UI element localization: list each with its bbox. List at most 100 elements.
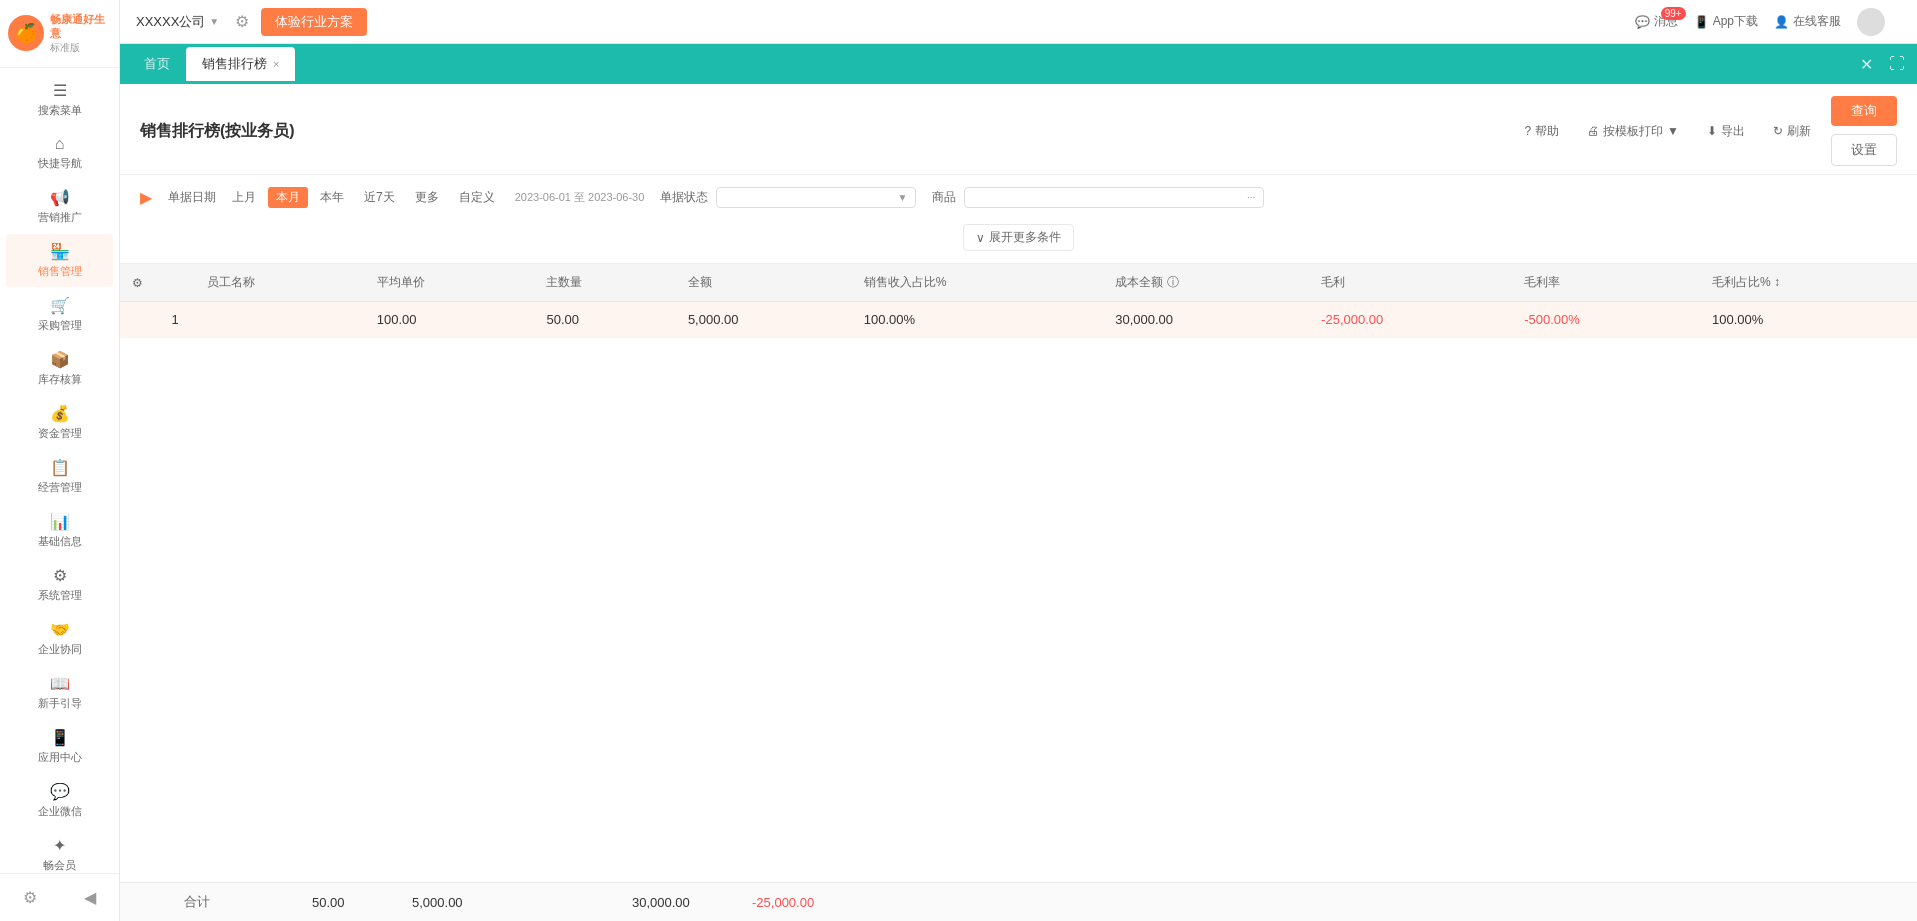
topbar: XXXXX公司 ▼ ⚙ 体验行业方案 💬 消息 99+ 📱 App下载 👤 在线… bbox=[120, 0, 1917, 44]
sidebar-item-operations[interactable]: 📋 经营管理 bbox=[6, 450, 113, 503]
cell-gross-0: -25,000.00 bbox=[1309, 302, 1512, 338]
company-dropdown-icon: ▼ bbox=[209, 16, 219, 27]
sidebar-item-member[interactable]: ✦ 畅会员 bbox=[6, 828, 113, 873]
sidebar-item-marketing[interactable]: 📢 营销推广 bbox=[6, 180, 113, 233]
cell-sales-pct-0: 100.00% bbox=[852, 302, 1103, 338]
basic-nav-icon: 📊 bbox=[50, 512, 70, 531]
purchase-nav-label: 采购管理 bbox=[38, 318, 82, 333]
refresh-button[interactable]: ↻ 刷新 bbox=[1765, 119, 1819, 144]
export-label: 导出 bbox=[1721, 123, 1745, 140]
operations-nav-label: 经营管理 bbox=[38, 480, 82, 495]
date-filter: 单据日期 上月 本月 本年 近7天 更多 自定义 2023-06-01 至 20… bbox=[168, 187, 644, 208]
system-nav-label: 系统管理 bbox=[38, 588, 82, 603]
sidebar-item-wechat[interactable]: 💬 企业微信 bbox=[6, 774, 113, 827]
status-dropdown-icon: ▼ bbox=[897, 192, 907, 203]
table-header-row: ⚙ 员工名称 平均单价 主数量 全额 销售收入占比% 成本全额 ⓘ 毛利 毛利率… bbox=[120, 264, 1917, 302]
goods-filter: 商品 ··· bbox=[932, 187, 1264, 208]
collapse-icon[interactable]: ◀ bbox=[76, 884, 104, 911]
date-tab-more[interactable]: 更多 bbox=[407, 187, 447, 208]
sidebar-item-enterprise[interactable]: 🤝 企业协同 bbox=[6, 612, 113, 665]
export-button[interactable]: ⬇ 导出 bbox=[1699, 119, 1753, 144]
guide-nav-label: 新手引导 bbox=[38, 696, 82, 711]
trial-button[interactable]: 体验行业方案 bbox=[261, 8, 367, 36]
finance-nav-label: 资金管理 bbox=[38, 426, 82, 441]
sidebar: 🍊 畅康通好生意 标准版 ☰ 搜索菜单 ⌂ 快捷导航 📢 营销推广 🏪 销售管理… bbox=[0, 0, 120, 921]
online-service-button[interactable]: 👤 在线客服 bbox=[1774, 13, 1841, 30]
expand-more-btn[interactable]: ∨ 展开更多条件 bbox=[963, 224, 1074, 251]
cell-main-qty-0: 50.00 bbox=[534, 302, 675, 338]
filter-row: ▶ 单据日期 上月 本月 本年 近7天 更多 自定义 2023-06-01 至 … bbox=[140, 187, 1897, 208]
cell-cost-0: 30,000.00 bbox=[1103, 302, 1309, 338]
sidebar-item-apps[interactable]: 📱 应用中心 bbox=[6, 720, 113, 773]
sidebar-item-search[interactable]: ☰ 搜索菜单 bbox=[6, 73, 113, 126]
help-icon: ? bbox=[1524, 124, 1531, 138]
search-nav-icon: ☰ bbox=[53, 81, 67, 100]
table-container: ⚙ 员工名称 平均单价 主数量 全额 销售收入占比% 成本全额 ⓘ 毛利 毛利率… bbox=[120, 264, 1917, 882]
settings-button[interactable]: 设置 bbox=[1831, 134, 1897, 166]
home-tab-label: 首页 bbox=[144, 55, 170, 73]
system-nav-icon: ⚙ bbox=[53, 566, 67, 585]
sidebar-item-basic[interactable]: 📊 基础信息 bbox=[6, 504, 113, 557]
company-select[interactable]: XXXXX公司 ▼ bbox=[136, 13, 219, 31]
settings-footer-icon[interactable]: ⚙ bbox=[15, 884, 45, 911]
tab-fullscreen-icon[interactable]: ⛶ bbox=[1885, 51, 1909, 77]
help-label: 帮助 bbox=[1535, 123, 1559, 140]
service-label: 在线客服 bbox=[1793, 13, 1841, 30]
print-label: 按模板打印 bbox=[1603, 123, 1663, 140]
date-tab-custom[interactable]: 自定义 bbox=[451, 187, 503, 208]
inventory-nav-label: 库存核算 bbox=[38, 372, 82, 387]
th-gross: 毛利 bbox=[1309, 264, 1512, 302]
sidebar-item-sales[interactable]: 🏪 销售管理 bbox=[6, 234, 113, 287]
message-button[interactable]: 💬 消息 99+ bbox=[1635, 13, 1678, 30]
footer-cost: 30,000.00 bbox=[632, 895, 752, 910]
goods-select[interactable]: ··· bbox=[964, 187, 1264, 208]
topbar-right: 💬 消息 99+ 📱 App下载 👤 在线客服 bbox=[1635, 8, 1901, 36]
topbar-gear-icon[interactable]: ⚙ bbox=[235, 12, 249, 31]
page-header: 销售排行榜(按业务员) ? 帮助 🖨 按模板打印 ▼ ⬇ 导出 bbox=[120, 84, 1917, 175]
tabbar: 首页 销售排行榜 × ✕ ⛶ bbox=[120, 44, 1917, 84]
tab-close-icon[interactable]: × bbox=[273, 58, 279, 70]
logo-sub: 标准版 bbox=[50, 41, 111, 55]
status-select[interactable]: ▼ bbox=[716, 187, 916, 208]
cell-name-0 bbox=[195, 302, 365, 338]
date-tab-current-month[interactable]: 本月 bbox=[268, 187, 308, 208]
enterprise-nav-label: 企业协同 bbox=[38, 642, 82, 657]
marketing-nav-icon: 📢 bbox=[50, 188, 70, 207]
main-area: XXXXX公司 ▼ ⚙ 体验行业方案 💬 消息 99+ 📱 App下载 👤 在线… bbox=[120, 0, 1917, 921]
tab-sales-ranking[interactable]: 销售排行榜 × bbox=[186, 47, 295, 81]
sidebar-item-inventory[interactable]: 📦 库存核算 bbox=[6, 342, 113, 395]
sidebar-item-system[interactable]: ⚙ 系统管理 bbox=[6, 558, 113, 611]
sidebar-item-finance[interactable]: 💰 资金管理 bbox=[6, 396, 113, 449]
goods-label: 商品 bbox=[932, 189, 956, 206]
th-settings: ⚙ bbox=[120, 264, 155, 302]
sales-nav-label: 销售管理 bbox=[38, 264, 82, 279]
goods-more-icon: ··· bbox=[1247, 192, 1255, 203]
tab-home[interactable]: 首页 bbox=[128, 47, 186, 81]
print-button[interactable]: 🖨 按模板打印 ▼ bbox=[1579, 119, 1687, 144]
cell-gross-pct-0: 100.00% bbox=[1700, 302, 1917, 338]
sidebar-footer: ⚙ ◀ bbox=[0, 873, 119, 921]
date-label: 单据日期 bbox=[168, 189, 216, 206]
tabbar-right: ✕ ⛶ bbox=[1856, 51, 1909, 78]
active-tab-label: 销售排行榜 bbox=[202, 55, 267, 73]
user-avatar[interactable] bbox=[1857, 8, 1885, 36]
footer-gross: -25,000.00 bbox=[752, 895, 852, 910]
th-gross-pct: 毛利占比% ↕ bbox=[1700, 264, 1917, 302]
expand-icon-btn[interactable]: ▶ bbox=[140, 188, 152, 207]
help-button[interactable]: ? 帮助 bbox=[1516, 119, 1567, 144]
apps-nav-icon: 📱 bbox=[50, 728, 70, 747]
refresh-icon: ↻ bbox=[1773, 124, 1783, 138]
sidebar-item-purchase[interactable]: 🛒 采购管理 bbox=[6, 288, 113, 341]
query-button[interactable]: 查询 bbox=[1831, 96, 1897, 126]
sidebar-item-shortcut[interactable]: ⌂ 快捷导航 bbox=[6, 127, 113, 179]
export-icon: ⬇ bbox=[1707, 124, 1717, 138]
cell-rank-0: 1 bbox=[155, 302, 195, 338]
date-tab-current-year[interactable]: 本年 bbox=[312, 187, 352, 208]
date-tab-prev-month[interactable]: 上月 bbox=[224, 187, 264, 208]
refresh-label: 刷新 bbox=[1787, 123, 1811, 140]
sidebar-item-guide[interactable]: 📖 新手引导 bbox=[6, 666, 113, 719]
app-download-button[interactable]: 📱 App下载 bbox=[1694, 13, 1758, 30]
tab-close-window-icon[interactable]: ✕ bbox=[1856, 51, 1877, 78]
basic-nav-label: 基础信息 bbox=[38, 534, 82, 549]
date-tab-7days[interactable]: 近7天 bbox=[356, 187, 403, 208]
